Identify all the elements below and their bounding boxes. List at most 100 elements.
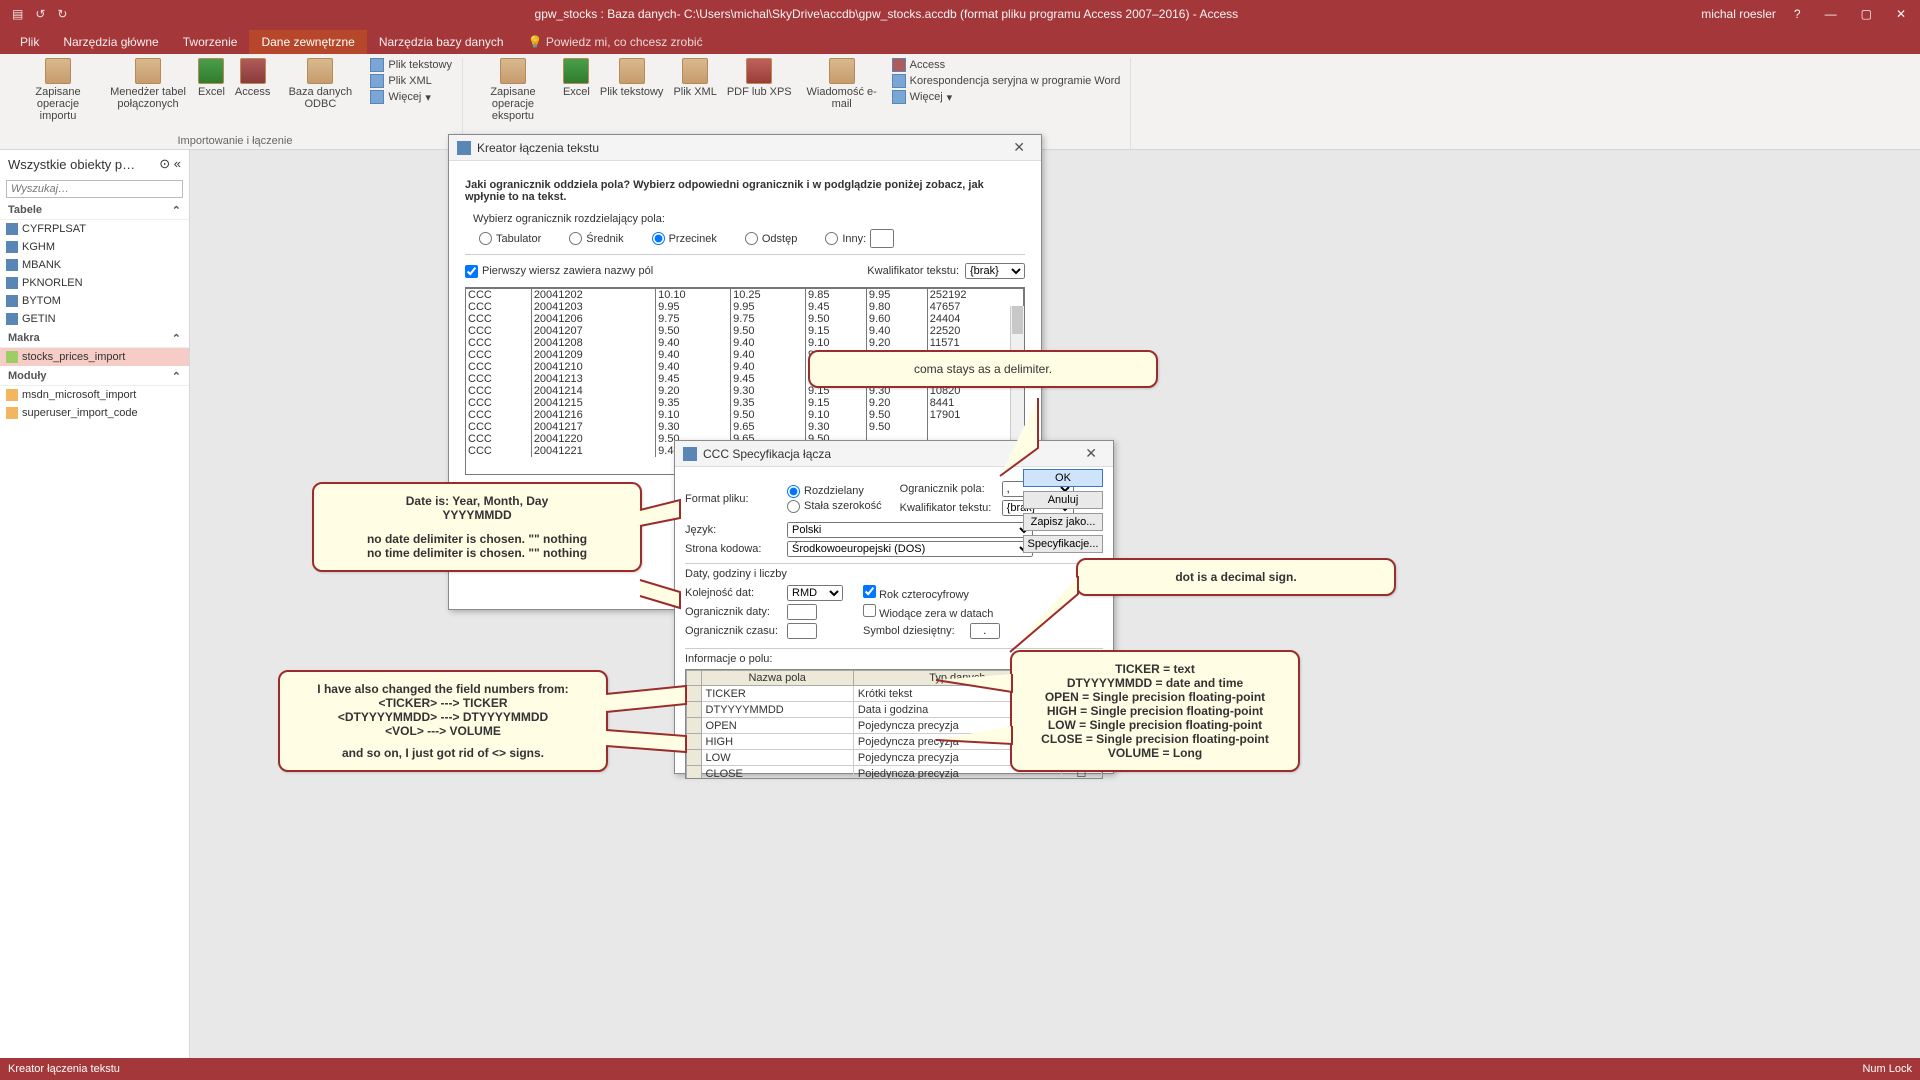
import-odbc-button[interactable]: Baza danych ODBC — [280, 58, 360, 110]
export-more-button[interactable]: Więcej ▾ — [892, 90, 1121, 104]
saveas-button[interactable]: Zapisz jako... — [1023, 513, 1103, 531]
nav-table-item[interactable]: KGHM — [0, 238, 189, 256]
cancel-button[interactable]: Anuluj — [1023, 491, 1103, 509]
qat-undo[interactable]: ↺ — [31, 7, 49, 21]
callout-types: TICKER = text DTYYYYMMDD = date and time… — [1010, 650, 1300, 772]
radio-tab[interactable]: Tabulator — [479, 232, 541, 245]
nav-module-item[interactable]: superuser_import_code — [0, 404, 189, 422]
field-delim-label: Ogranicznik pola: — [900, 483, 996, 495]
export-email-button[interactable]: Wiadomość e-mail — [802, 58, 882, 110]
export-text-button[interactable]: Plik tekstowy — [600, 58, 664, 98]
callout-decimal: dot is a decimal sign. — [1076, 558, 1396, 596]
status-numlock: Num Lock — [1862, 1063, 1912, 1075]
language-select[interactable]: Polski — [787, 522, 1033, 538]
nav-table-item[interactable]: CYFRPLSAT — [0, 220, 189, 238]
saved-exports-button[interactable]: Zapisane operacje eksportu — [473, 58, 553, 122]
saved-imports-button[interactable]: Zapisane operacje importu — [18, 58, 98, 122]
nav-search-input[interactable] — [6, 180, 183, 198]
export-wordmerge-button[interactable]: Korespondencja seryjna w programie Word — [892, 74, 1121, 88]
nav-table-item[interactable]: MBANK — [0, 256, 189, 274]
nav-macro-item[interactable]: stocks_prices_import — [0, 348, 189, 366]
status-bar: Kreator łączenia tekstu Num Lock — [0, 1058, 1920, 1080]
ok-button[interactable]: OK — [1023, 469, 1103, 487]
codepage-label: Strona kodowa: — [685, 543, 781, 555]
nav-module-item[interactable]: msdn_microsoft_import — [0, 386, 189, 404]
time-delim-input[interactable] — [787, 623, 817, 639]
import-xml-button[interactable]: Plik XML — [370, 74, 452, 88]
dialog-icon — [683, 447, 697, 461]
delimiter-label: Wybierz ogranicznik rozdzielający pola: — [473, 213, 1025, 225]
date-delim-label: Ogranicznik daty: — [685, 606, 781, 618]
nav-collapse-icon[interactable]: ⊙ « — [159, 156, 181, 172]
help-icon[interactable]: ? — [1788, 7, 1807, 21]
nav-pane: Wszystkie obiekty p…⊙ « Tabele⌃ CYFRPLSA… — [0, 150, 190, 1058]
nav-table-item[interactable]: BYTOM — [0, 292, 189, 310]
window-title: gpw_stocks : Baza danych- C:\Users\micha… — [71, 7, 1701, 21]
spec-title: CCC Specyfikacja łącza — [703, 447, 831, 461]
time-delim-label: Ogranicznik czasu: — [685, 625, 781, 637]
four-digit-year-checkbox[interactable]: Rok czterocyfrowy — [863, 585, 969, 601]
tab-db-tools[interactable]: Narzędzia bazy danych — [367, 30, 516, 54]
status-left: Kreator łączenia tekstu — [8, 1063, 120, 1075]
import-excel-button[interactable]: Excel — [198, 58, 225, 98]
nav-group-macros[interactable]: Makra — [8, 332, 40, 345]
specs-button[interactable]: Specyfikacje... — [1023, 535, 1103, 553]
first-row-checkbox[interactable]: Pierwszy wiersz zawiera nazwy pól — [465, 265, 653, 278]
tab-create[interactable]: Tworzenie — [171, 30, 250, 54]
radio-other[interactable]: Inny: — [825, 229, 894, 248]
wizard-close-button[interactable]: ✕ — [1005, 139, 1033, 156]
export-pdf-button[interactable]: PDF lub XPS — [727, 58, 792, 98]
export-excel-button[interactable]: Excel — [563, 58, 590, 98]
radio-delimited[interactable]: Rozdzielany — [787, 485, 882, 498]
tab-tellme[interactable]: 💡 Powiedz mi, co chcesz zrobić — [516, 30, 715, 54]
radio-semicolon[interactable]: Średnik — [569, 232, 623, 245]
wizard-title: Kreator łączenia tekstu — [477, 141, 599, 155]
date-delim-input[interactable] — [787, 604, 817, 620]
language-label: Język: — [685, 524, 781, 536]
tab-file[interactable]: Plik — [8, 30, 51, 54]
leading-zeros-checkbox[interactable]: Wiodące zera w datach — [863, 604, 993, 620]
spec-close-button[interactable]: ✕ — [1077, 445, 1105, 462]
text-qualifier-select[interactable]: {brak} — [965, 263, 1025, 279]
import-access-button[interactable]: Access — [235, 58, 270, 98]
export-xml-button[interactable]: Plik XML — [673, 58, 716, 98]
decimal-label: Symbol dziesiętny: — [863, 625, 955, 637]
callout-fieldnames: I have also changed the field numbers fr… — [278, 670, 608, 772]
text-qualifier-label: Kwalifikator tekstu: — [867, 265, 959, 277]
file-format-label: Format pliku: — [685, 493, 781, 505]
nav-group-modules[interactable]: Moduły — [8, 370, 47, 383]
ribbon-group-import: Importowanie i łączenie — [18, 135, 452, 149]
app-icon: ▤ — [8, 7, 27, 21]
other-delim-input[interactable] — [870, 229, 894, 248]
export-access-button[interactable]: Access — [892, 58, 1121, 72]
decimal-input[interactable] — [970, 623, 1000, 639]
dates-section-label: Daty, godziny i liczby — [685, 568, 1103, 580]
callout-date: Date is: Year, Month, Day YYYYMMDD no da… — [312, 482, 642, 572]
nav-table-item[interactable]: GETIN — [0, 310, 189, 328]
spec-text-qual-label: Kwalifikator tekstu: — [900, 502, 996, 514]
callout-coma: coma stays as a delimiter. — [808, 350, 1158, 388]
date-order-select[interactable]: RMD — [787, 585, 843, 601]
codepage-select[interactable]: Środkowoeuropejski (DOS) — [787, 541, 1033, 557]
import-text-button[interactable]: Plik tekstowy — [370, 58, 452, 72]
import-more-button[interactable]: Więcej ▾ — [370, 90, 452, 104]
ribbon-tabs: Plik Narzędzia główne Tworzenie Dane zew… — [0, 28, 1920, 54]
radio-comma[interactable]: Przecinek — [652, 232, 717, 245]
user-name[interactable]: michal roesler — [1701, 7, 1776, 21]
nav-table-item[interactable]: PKNORLEN — [0, 274, 189, 292]
nav-group-tables[interactable]: Tabele — [8, 204, 42, 217]
minimize-icon[interactable]: — — [1819, 7, 1843, 21]
close-icon[interactable]: ✕ — [1890, 7, 1912, 21]
wizard-message: Jaki ogranicznik oddziela pola? Wybierz … — [465, 179, 1025, 203]
radio-fixed[interactable]: Stała szerokość — [787, 500, 882, 513]
dialog-icon — [457, 141, 471, 155]
tab-external-data[interactable]: Dane zewnętrzne — [249, 30, 366, 54]
tab-home[interactable]: Narzędzia główne — [51, 30, 170, 54]
qat-redo[interactable]: ↻ — [53, 7, 71, 21]
radio-space[interactable]: Odstęp — [745, 232, 797, 245]
maximize-icon[interactable]: ▢ — [1855, 7, 1878, 21]
date-order-label: Kolejność dat: — [685, 587, 781, 599]
nav-title[interactable]: Wszystkie obiekty p… — [8, 157, 135, 172]
titlebar: ▤ ↺ ↻ gpw_stocks : Baza danych- C:\Users… — [0, 0, 1920, 28]
linked-table-manager-button[interactable]: Menedżer tabel połączonych — [108, 58, 188, 110]
